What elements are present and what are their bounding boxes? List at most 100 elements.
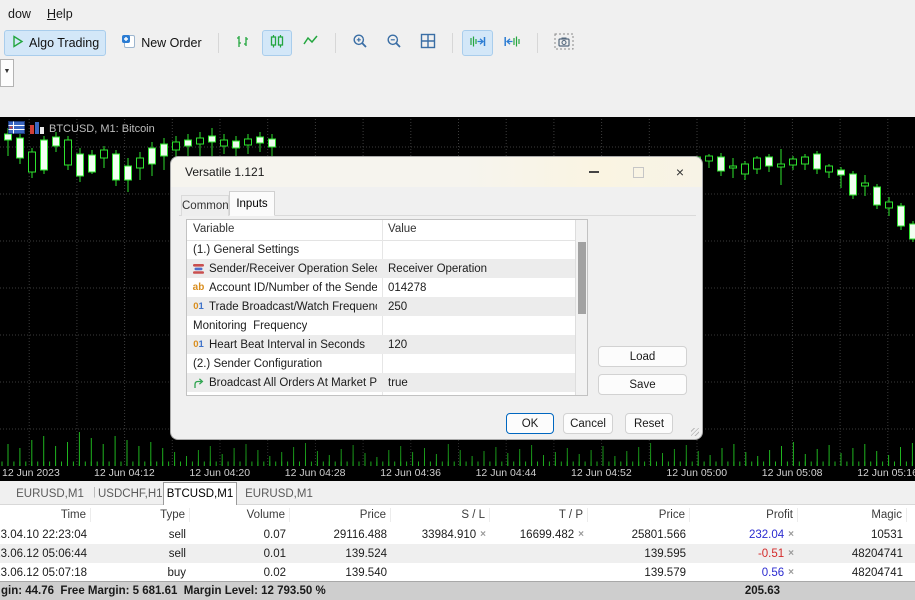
close-button[interactable]: ×: [671, 163, 689, 181]
screenshot-button[interactable]: [547, 30, 581, 56]
integer-input-icon: 01: [193, 339, 204, 350]
menu-item-help[interactable]: Help: [39, 4, 81, 24]
reset-button[interactable]: Reset: [625, 413, 673, 434]
close-position-icon[interactable]: ×: [788, 548, 794, 559]
line-chart-button[interactable]: [296, 30, 326, 56]
inputs-section-row[interactable]: (2.) Sender Configuration: [187, 354, 576, 373]
menubar: dow Help: [0, 0, 915, 29]
param-name: Account ID/Number of the Sender: [209, 281, 377, 294]
positions-column-header[interactable]: Price: [290, 508, 391, 522]
positions-column-header[interactable]: T / P: [490, 508, 588, 522]
positions-column-header[interactable]: Volume: [190, 508, 290, 522]
param-value[interactable]: true: [388, 377, 408, 389]
chart-tab-btcusd-m1[interactable]: BTCUSD,M1: [163, 482, 237, 505]
param-value[interactable]: 120: [388, 339, 407, 351]
algo-trading-button[interactable]: Algo Trading: [4, 29, 107, 56]
candlestick-chart-button[interactable]: [261, 29, 292, 56]
algo-trading-play-icon: [11, 34, 24, 51]
position-magic: 48204741: [851, 547, 903, 560]
close-position-icon[interactable]: ×: [480, 529, 486, 540]
chart-tab-eurusd-m1[interactable]: EURUSD,M1: [244, 485, 314, 505]
status-bar: gin: 44.76 Free Margin: 5 681.61 Margin …: [0, 581, 915, 600]
param-name: Broadcast All Orders At Market Price: [209, 376, 377, 389]
bar-chart-button[interactable]: [228, 30, 258, 56]
menu-item-window[interactable]: dow: [0, 4, 39, 24]
tab-separator: |: [93, 486, 96, 498]
application-window: dow Help Algo Trading New Order ▼ BTCUSD…: [0, 0, 915, 600]
position-row[interactable]: 023.04.10 22:23:04 sell 0.07 29116.488 33984…: [0, 525, 915, 544]
toolbar: Algo Trading New Order: [0, 28, 915, 58]
toolbar-overflow-dropdown[interactable]: ▼: [0, 59, 14, 87]
position-current-price: 139.595: [644, 547, 686, 560]
resize-grip[interactable]: [691, 428, 699, 436]
positions-column-header[interactable]: Price: [588, 508, 690, 522]
inputs-param-row[interactable]: 0 1 Heart Beat Interval in Seconds 120: [187, 335, 576, 354]
load-button[interactable]: Load: [598, 346, 687, 367]
time-axis-label: 12 Jun 04:52: [571, 467, 632, 479]
time-axis-label: 12 Jun 04:28: [284, 467, 346, 479]
inputs-param-row[interactable]: Sender/Receiver Operation Selection Recei…: [187, 259, 576, 278]
positions-column-header[interactable]: Time: [0, 508, 91, 522]
positions-table: Time Type Volume Price S / LT / P Price Profit…: [0, 505, 915, 581]
param-value[interactable]: Receiver Operation: [388, 263, 487, 275]
close-position-icon[interactable]: ×: [788, 567, 794, 578]
inputs-param-row[interactable]: ab Account ID/Number of the Sender 014278: [187, 278, 576, 297]
chart-bars-icon: [29, 121, 45, 137]
time-axis-label: 12 Jun 04:44: [475, 467, 537, 479]
position-row[interactable]: 023.06.12 05:06:44 sell 0.01 139.524 139.595…: [0, 544, 915, 563]
chart-shift-button[interactable]: [497, 30, 528, 56]
param-name: (1.) General Settings: [193, 243, 300, 256]
total-profit: 205.63: [744, 585, 780, 597]
chart-shift-icon: [504, 34, 521, 52]
position-type: buy: [167, 566, 186, 579]
new-order-button[interactable]: New Order: [114, 30, 208, 56]
zoom-out-button[interactable]: [379, 30, 409, 56]
toolbar-separator: [217, 32, 219, 53]
position-time: 023.06.12 05:07:18: [0, 566, 87, 579]
positions-header: Time Type Volume Price S / LT / P Price Profit…: [0, 505, 915, 525]
tab-inputs[interactable]: Inputs: [229, 191, 275, 216]
inputs-scrollbar[interactable]: [575, 220, 587, 395]
line-chart-icon: [303, 34, 319, 51]
close-position-icon[interactable]: ×: [788, 529, 794, 540]
chart-tab-eurusd-m1[interactable]: EURUSD,M1: [8, 485, 92, 505]
chart-tab-usdchf-h1[interactable]: USDCHF,H1: [98, 485, 163, 505]
maximize-button[interactable]: [629, 163, 647, 181]
chart-tab-bar: EURUSD,M1 | USDCHF,H1 BTCUSD,M1 EURUSD,M1: [0, 482, 915, 505]
param-value[interactable]: 014278: [388, 282, 426, 294]
minimize-button[interactable]: [585, 163, 603, 181]
inputs-param-row[interactable]: 01 Trade Broadcast/Watch Frequency (... 25…: [187, 297, 576, 316]
dialog-title: Versatile 1.121: [185, 165, 265, 179]
text-input-icon: ab: [192, 282, 205, 293]
tile-windows-button[interactable]: [413, 30, 443, 56]
inputs-section-row[interactable]: Monitoring Frequency: [187, 316, 576, 335]
positions-column-header[interactable]: Profit: [690, 508, 798, 522]
cancel-button[interactable]: Cancel: [563, 413, 613, 434]
time-axis-label: 12 Jun 04:36: [380, 467, 441, 479]
param-value[interactable]: 250: [388, 301, 407, 313]
param-name: (2.) Sender Configuration: [193, 357, 323, 370]
time-axis-label: 12 Jun 04:20: [189, 467, 251, 479]
fork-arrows-icon: [191, 376, 206, 389]
scrollbar-thumb[interactable]: [578, 242, 586, 314]
inputs-section-row[interactable]: (1.) General Settings: [187, 240, 576, 259]
positions-column-header[interactable]: Type: [91, 508, 190, 522]
dialog-titlebar[interactable]: Versatile 1.121 ×: [171, 157, 702, 187]
integer-input-icon: 01: [193, 301, 204, 312]
position-volume: 0.07: [263, 528, 286, 541]
toolbar-separator: [536, 32, 538, 53]
auto-scroll-button[interactable]: [461, 29, 493, 56]
position-current-price: 25801.566: [631, 528, 686, 541]
inputs-param-row[interactable]: Broadcast All Orders At Market Price true: [187, 373, 576, 392]
ok-button[interactable]: OK: [506, 413, 554, 434]
positions-column-header[interactable]: Magic: [798, 508, 907, 522]
save-button[interactable]: Save: [598, 374, 687, 395]
zoom-in-button[interactable]: [345, 30, 375, 56]
positions-column-header[interactable]: S / L: [391, 508, 490, 522]
zoom-out-icon: [386, 33, 402, 52]
close-position-icon[interactable]: ×: [578, 529, 584, 540]
inputs-param-row[interactable]: Broadcast Stop Loss and Take Profit ... t…: [187, 392, 576, 397]
position-row[interactable]: 023.06.12 05:07:18 buy 0.02 139.540 139.579 0…: [0, 563, 915, 582]
tab-common[interactable]: Common: [181, 195, 229, 216]
param-value[interactable]: true: [388, 396, 408, 397]
